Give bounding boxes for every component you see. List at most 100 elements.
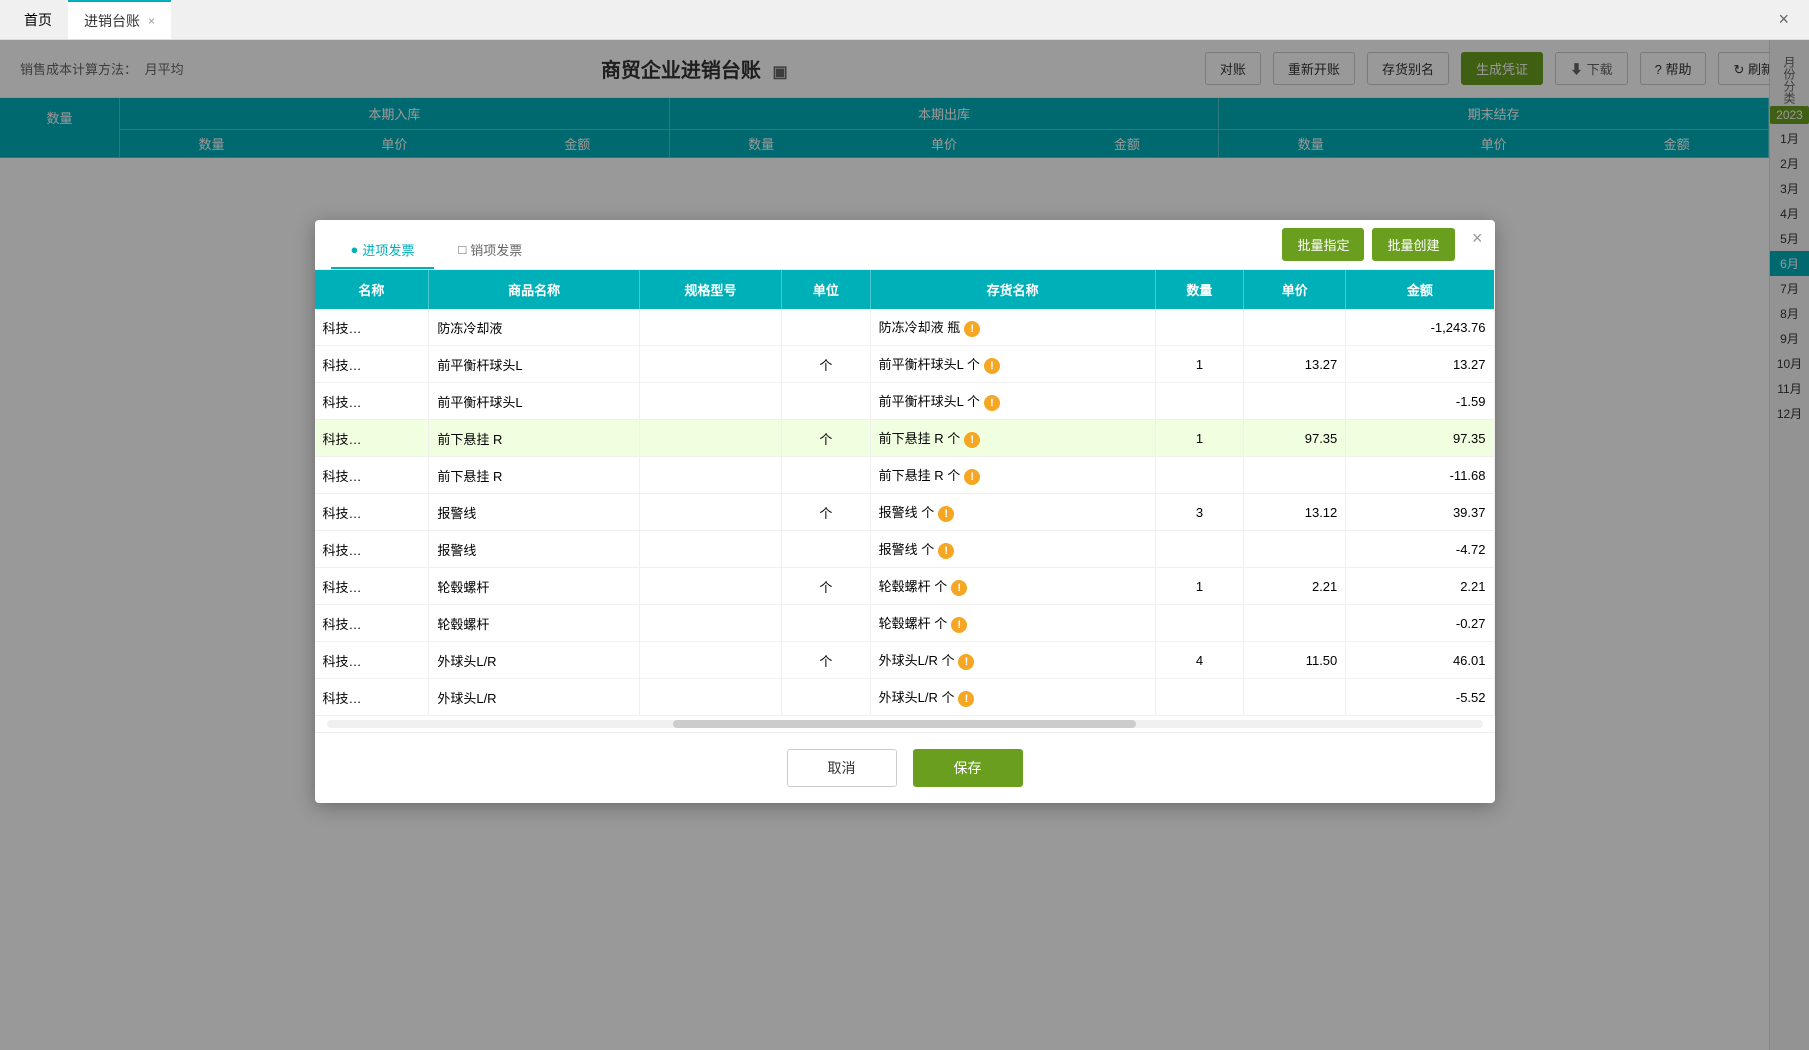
table-cell: 前平衡杆球头L 个! — [870, 346, 1155, 383]
table-cell: 外球头L/R 个! — [870, 642, 1155, 679]
table-row: 科技…前平衡杆球头L个前平衡杆球头L 个!113.2713.27 — [315, 346, 1495, 383]
table-cell — [639, 494, 781, 531]
th-qty: 数量 — [1155, 270, 1244, 309]
table-cell: 科技… — [315, 309, 429, 346]
tab-bar: 首页 进销台账 × × — [0, 0, 1809, 40]
table-cell: 外球头L/R — [429, 679, 640, 716]
table-cell: 科技… — [315, 568, 429, 605]
horizontal-scrollbar[interactable] — [315, 716, 1495, 732]
table-cell: 科技… — [315, 605, 429, 642]
table-cell: 防冻冷却液 — [429, 309, 640, 346]
table-cell — [639, 420, 781, 457]
tab-close-icon[interactable]: × — [148, 14, 155, 28]
th-stock: 存货名称 — [870, 270, 1155, 309]
table-cell: -1,243.76 — [1346, 309, 1494, 346]
table-cell: 39.37 — [1346, 494, 1494, 531]
table-cell: 97.35 — [1244, 420, 1346, 457]
window-close-button[interactable]: × — [1766, 9, 1801, 30]
cancel-button[interactable]: 取消 — [787, 749, 897, 787]
th-product: 商品名称 — [429, 270, 640, 309]
table-cell: 报警线 — [429, 531, 640, 568]
tab-home[interactable]: 首页 — [8, 0, 68, 39]
table-cell: 97.35 — [1346, 420, 1494, 457]
table-cell — [1155, 383, 1244, 420]
warning-icon: ! — [984, 358, 1000, 374]
batch-create-button[interactable]: 批量创建 — [1372, 228, 1454, 261]
table-cell — [1155, 531, 1244, 568]
table-cell: 1 — [1155, 568, 1244, 605]
modal-overlay: ● 进项发票 □ 销项发票 批量指定 批量创建 × 名称 — [0, 40, 1809, 1050]
table-cell — [1244, 309, 1346, 346]
warning-icon: ! — [964, 432, 980, 448]
warning-icon: ! — [938, 506, 954, 522]
table-cell: -4.72 — [1346, 531, 1494, 568]
table-row: 科技…报警线报警线 个!-4.72 — [315, 531, 1495, 568]
th-spec: 规格型号 — [639, 270, 781, 309]
table-row: 科技…防冻冷却液 防冻冷却液 瓶! -1,243.76 — [315, 309, 1495, 346]
th-name: 名称 — [315, 270, 429, 309]
warning-icon: ! — [958, 654, 974, 670]
table-row: 科技…外球头L/R个外球头L/R 个!411.5046.01 — [315, 642, 1495, 679]
table-cell — [639, 568, 781, 605]
table-cell — [1155, 309, 1244, 346]
modal-close-button[interactable]: × — [1472, 228, 1483, 249]
table-cell — [782, 383, 871, 420]
table-cell — [782, 309, 871, 346]
tab-sales-invoice[interactable]: □ 销项发票 — [438, 232, 542, 269]
table-cell — [782, 531, 871, 568]
table-row: 科技…轮毂螺杆 轮毂螺杆 个! -0.27 — [315, 605, 1495, 642]
table-cell — [1244, 679, 1346, 716]
table-cell: 13.27 — [1346, 346, 1494, 383]
table-row: 科技…外球头L/R外球头L/R 个!-5.52 — [315, 679, 1495, 716]
table-cell: 个 — [782, 568, 871, 605]
table-cell — [639, 346, 781, 383]
modal-footer: 取消 保存 — [315, 732, 1495, 803]
table-row: 科技…轮毂螺杆个轮毂螺杆 个!12.212.21 — [315, 568, 1495, 605]
modal-header: ● 进项发票 □ 销项发票 批量指定 批量创建 × — [315, 220, 1495, 270]
table-cell: 1 — [1155, 346, 1244, 383]
table-cell: 轮毂螺杆 个! — [870, 605, 1155, 642]
table-cell: 报警线 个! — [870, 494, 1155, 531]
table-cell: 科技… — [315, 346, 429, 383]
table-cell: 科技… — [315, 531, 429, 568]
table-cell: 防冻冷却液 瓶! — [870, 309, 1155, 346]
warning-icon: ! — [964, 469, 980, 485]
table-cell: 报警线 — [429, 494, 640, 531]
table-cell: 前下悬挂 R — [429, 457, 640, 494]
table-cell: 46.01 — [1346, 642, 1494, 679]
modal-dialog: ● 进项发票 □ 销项发票 批量指定 批量创建 × 名称 — [315, 220, 1495, 803]
table-cell: 轮毂螺杆 — [429, 605, 640, 642]
tab-ledger[interactable]: 进销台账 × — [68, 0, 171, 39]
modal-table-container: 名称 商品名称 规格型号 单位 存货名称 数量 单价 金额 科技…防冻冷却液防冻… — [315, 270, 1495, 716]
table-cell — [639, 605, 781, 642]
table-cell: -0.27 — [1346, 605, 1494, 642]
table-cell: 2.21 — [1346, 568, 1494, 605]
table-cell: 前平衡杆球头L 个! — [870, 383, 1155, 420]
table-cell — [1244, 531, 1346, 568]
table-cell — [639, 531, 781, 568]
table-cell — [1244, 383, 1346, 420]
warning-icon: ! — [951, 580, 967, 596]
table-header-row: 名称 商品名称 规格型号 单位 存货名称 数量 单价 金额 — [315, 270, 1495, 309]
tab-purchase-invoice[interactable]: ● 进项发票 — [331, 232, 435, 269]
batch-assign-button[interactable]: 批量指定 — [1282, 228, 1364, 261]
warning-icon: ! — [964, 321, 980, 337]
table-cell: -1.59 — [1346, 383, 1494, 420]
table-cell: 科技… — [315, 420, 429, 457]
table-cell: 11.50 — [1244, 642, 1346, 679]
table-cell: 前下悬挂 R 个! — [870, 420, 1155, 457]
modal-action-buttons: 批量指定 批量创建 — [1282, 228, 1454, 261]
table-cell — [639, 642, 781, 679]
invoice-table: 名称 商品名称 规格型号 单位 存货名称 数量 单价 金额 科技…防冻冷却液防冻… — [315, 270, 1495, 716]
table-row: 科技…前下悬挂 R个前下悬挂 R 个!197.3597.35 — [315, 420, 1495, 457]
save-button[interactable]: 保存 — [913, 749, 1023, 787]
table-cell: 个 — [782, 346, 871, 383]
table-cell: 科技… — [315, 383, 429, 420]
table-cell — [639, 309, 781, 346]
table-cell — [782, 605, 871, 642]
table-row: 科技…前下悬挂 R前下悬挂 R 个!-11.68 — [315, 457, 1495, 494]
table-cell: 个 — [782, 642, 871, 679]
table-cell: 前平衡杆球头L — [429, 383, 640, 420]
th-unit: 单位 — [782, 270, 871, 309]
table-cell: 外球头L/R — [429, 642, 640, 679]
